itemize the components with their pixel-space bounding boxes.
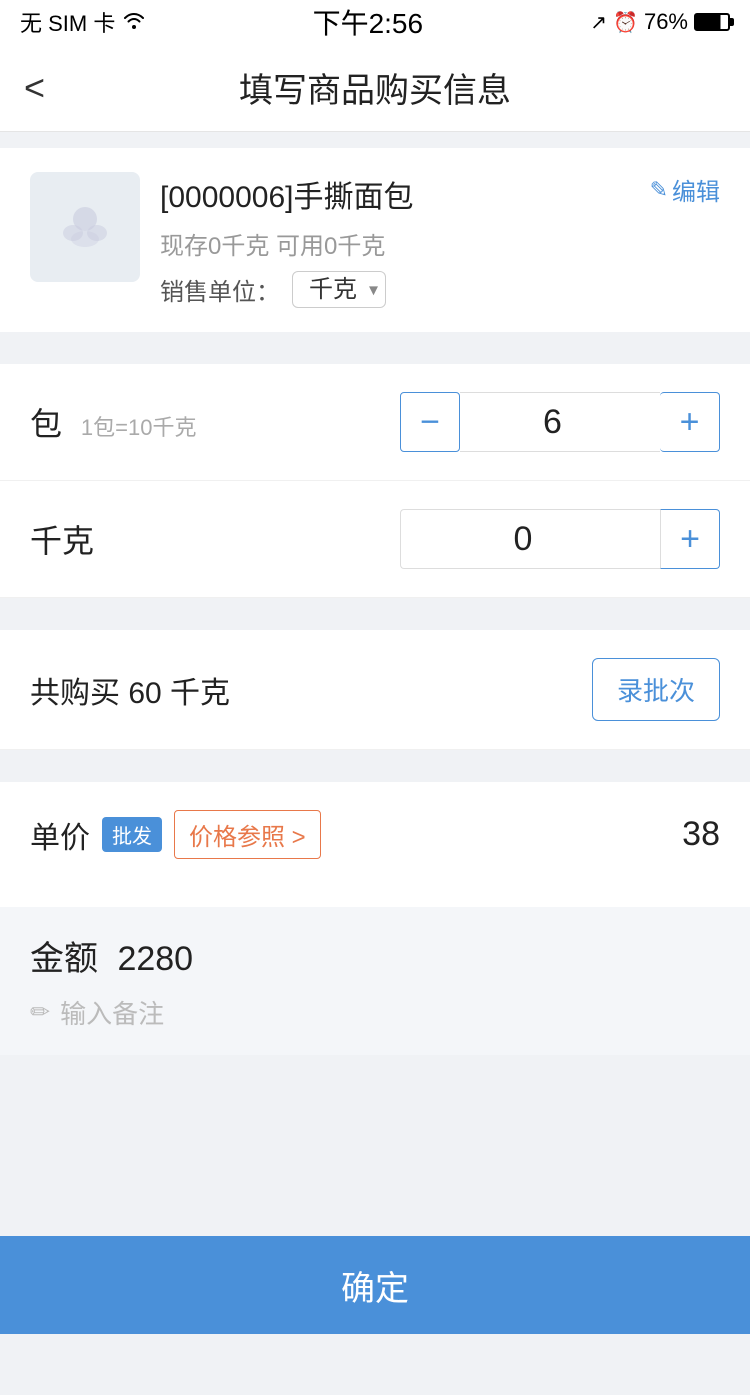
nav-bar: < 填写商品购买信息 [0,44,750,132]
quantity-input-kg[interactable] [400,509,660,569]
price-label: 单价 [30,813,90,857]
quantity-control-bao: − + [400,392,720,452]
battery-icon [694,13,730,31]
back-button[interactable]: < [24,67,45,109]
edit-icon: ✎ [650,177,668,203]
price-tag: 批发 [102,817,162,852]
location-icon: ↗ [590,10,607,35]
price-ref-button[interactable]: 价格参照 > [174,810,321,859]
quantity-plus-kg[interactable]: + [660,509,720,569]
carrier-label: 无 SIM 卡 [20,6,115,38]
amount-value: 2280 [117,940,193,978]
remark-placeholder: 输入备注 [60,994,164,1031]
quantity-input-bao[interactable] [460,392,660,452]
remark-row[interactable]: ✏ 输入备注 [30,994,720,1031]
unit-selector-wrapper[interactable]: 千克 包 [292,271,386,308]
quantity-minus-bao[interactable]: − [400,392,460,452]
price-value: 38 [682,815,720,854]
wifi-icon [123,9,145,35]
summary-text: 共购买 60 千克 [30,668,230,712]
quantity-hint-bao: 1包=10千克 [81,415,197,440]
bottom-space [0,1055,750,1395]
amount-label: 金额 [30,940,98,978]
price-left: 单价 批发 价格参照 > [30,810,321,859]
edit-label: 编辑 [672,172,720,207]
product-stock: 现存0千克 可用0千克 [160,226,720,261]
quantity-row-bao: 包 1包=10千克 − + [0,364,750,481]
product-unit-row: 销售单位： 千克 包 [160,271,720,308]
quantity-plus-bao[interactable]: + [660,392,720,452]
time-label: 下午2:56 [313,2,424,42]
product-thumbnail [30,172,140,282]
page-title: 填写商品购买信息 [239,63,511,112]
pencil-icon: ✏ [30,998,50,1027]
batch-button[interactable]: 录批次 [592,658,720,721]
summary-section: 共购买 60 千克 录批次 [0,630,750,750]
divider-2 [0,598,750,614]
unit-label: 销售单位： [160,272,280,307]
unit-select[interactable]: 千克 包 [292,271,386,308]
divider-1 [0,332,750,348]
confirm-button[interactable]: 确定 [341,1261,409,1310]
battery-percent: 76% [644,9,688,35]
amount-row: 金额 2280 [30,931,720,980]
status-bar: 无 SIM 卡 下午2:56 ↗ ⏰ 76% [0,0,750,44]
product-name: [0000006]手撕面包 [160,172,720,216]
alarm-icon: ⏰ [613,10,638,35]
product-info: [0000006]手撕面包 现存0千克 可用0千克 销售单位： 千克 包 [160,172,720,308]
quantity-label-kg: 千克 [30,516,400,562]
status-left: 无 SIM 卡 [20,6,145,38]
quantity-control-kg: + [400,509,720,569]
status-right: ↗ ⏰ 76% [590,9,730,35]
edit-button[interactable]: ✎ 编辑 [650,172,720,207]
quantity-section: 包 1包=10千克 − + 千克 + [0,364,750,598]
amount-section: 金额 2280 ✏ 输入备注 [0,907,750,1055]
price-section: 单价 批发 价格参照 > 38 [0,782,750,907]
product-card: [0000006]手撕面包 现存0千克 可用0千克 销售单位： 千克 包 ✎ 编… [0,148,750,332]
divider-3 [0,750,750,766]
price-row: 单价 批发 价格参照 > 38 [30,810,720,859]
confirm-bar[interactable]: 确定 [0,1236,750,1334]
quantity-row-kg: 千克 + [0,481,750,598]
quantity-label-bao: 包 1包=10千克 [30,399,400,445]
